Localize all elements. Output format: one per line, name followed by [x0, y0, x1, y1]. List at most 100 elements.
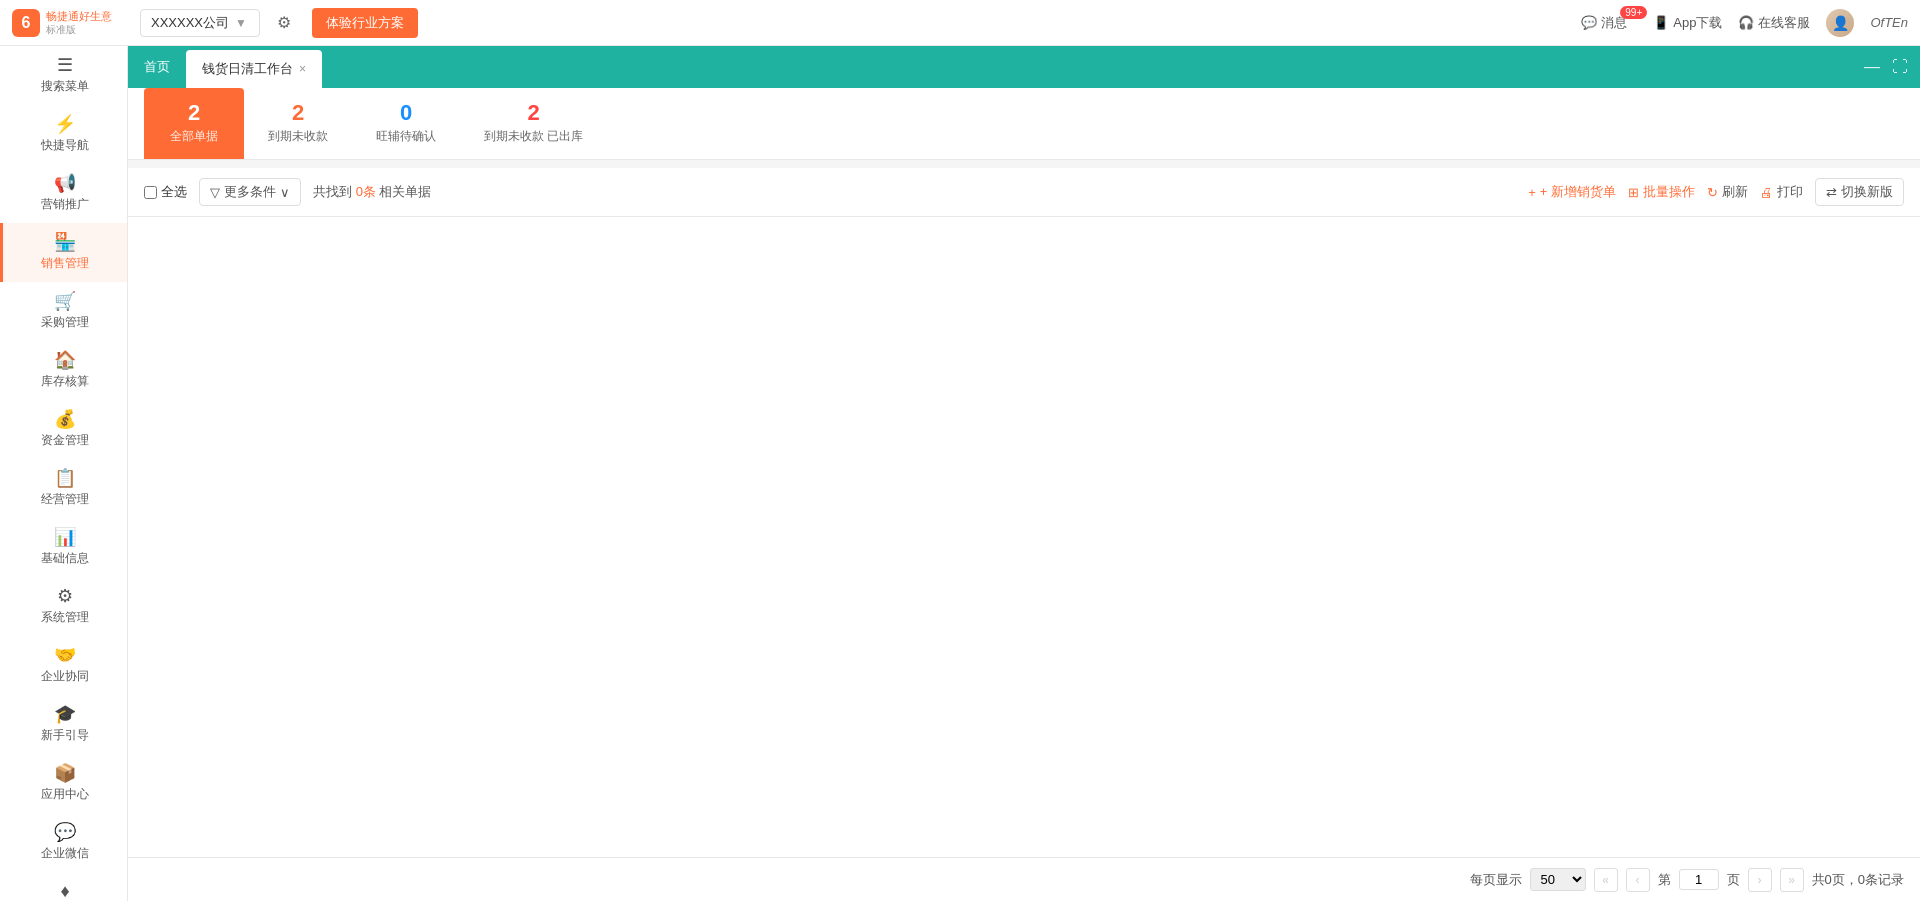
company-selector[interactable]: XXXXXX公司 ▼	[140, 9, 260, 37]
more-conditions-button[interactable]: ▽ 更多条件 ∨	[199, 178, 301, 206]
stat-tab-all[interactable]: 2 全部单据	[144, 88, 244, 159]
toolbar: 全选 ▽ 更多条件 ∨ 共找到 0条 相关单据 + + 新增销货单	[128, 168, 1920, 217]
wechat-icon: 💬	[54, 823, 76, 841]
chevron-down-icon: ▼	[235, 16, 247, 30]
logo-area: 6 畅捷通好生意 标准版	[12, 9, 140, 37]
sidebar-item-app-center[interactable]: 📦 应用中心	[0, 754, 127, 813]
new-order-button[interactable]: + + 新增销货单	[1528, 183, 1616, 201]
stat-label-unshipped: 到期未收款 已出库	[484, 128, 583, 145]
refresh-button[interactable]: ↻ 刷新	[1707, 183, 1748, 201]
marketing-icon: 📢	[54, 174, 76, 192]
sales-icon: 🏪	[54, 233, 76, 251]
sidebar-item-member[interactable]: ♦ 畅会员	[0, 872, 127, 901]
sidebar-label-system: 系统管理	[41, 609, 89, 626]
operations-icon: 📋	[54, 469, 76, 487]
checkbox-input[interactable]	[144, 186, 157, 199]
inventory-icon: 🏠	[54, 351, 76, 369]
last-page-button[interactable]: »	[1780, 868, 1804, 892]
found-count: 0条	[356, 184, 376, 199]
system-icon: ⚙	[57, 587, 73, 605]
next-page-button[interactable]: ›	[1748, 868, 1772, 892]
stat-tab-unshipped[interactable]: 2 到期未收款 已出库	[460, 88, 607, 159]
total-info: 共0页，0条记录	[1812, 871, 1904, 889]
app-center-icon: 📦	[54, 764, 76, 782]
sidebar-label-enterprise: 企业协同	[41, 668, 89, 685]
sidebar-label-base-info: 基础信息	[41, 550, 89, 567]
page-label: 第	[1658, 871, 1671, 889]
batch-icon: ⊞	[1628, 185, 1639, 200]
print-icon: 🖨	[1760, 185, 1773, 200]
often-text: OfTEn	[1870, 15, 1908, 30]
service-icon: 🎧	[1738, 15, 1754, 30]
trial-button[interactable]: 体验行业方案	[312, 8, 418, 38]
search-menu-icon: ☰	[57, 56, 73, 74]
sidebar-item-system[interactable]: ⚙ 系统管理	[0, 577, 127, 636]
page-number-input[interactable]	[1679, 869, 1719, 890]
found-text: 共找到 0条 相关单据	[313, 183, 431, 201]
app-download-button[interactable]: 📱 App下载	[1653, 14, 1722, 32]
message-button[interactable]: 💬 消息 99+	[1571, 14, 1637, 32]
sidebar-label-wechat: 企业微信	[41, 845, 89, 862]
per-page-select[interactable]: 50 100 200	[1530, 868, 1586, 891]
base-info-icon: 📊	[54, 528, 76, 546]
switch-icon: ⇄	[1826, 185, 1837, 200]
avatar[interactable]: 👤	[1826, 9, 1854, 37]
sidebar: ☰ 搜索菜单 ⚡ 快捷导航 📢 营销推广 🏪 销售管理 🛒 采购管理 🏠 库存核…	[0, 46, 128, 901]
sidebar-label-inventory: 库存核算	[41, 373, 89, 390]
settings-button[interactable]: ⚙	[268, 7, 300, 39]
gear-icon: ⚙	[277, 13, 291, 32]
top-header: 6 畅捷通好生意 标准版 XXXXXX公司 ▼ ⚙ 体验行业方案 💬 消息 99…	[0, 0, 1920, 46]
tab-close-icon[interactable]: ×	[299, 62, 306, 76]
tab-bar: 首页 钱货日清工作台 × — ⛶	[128, 46, 1920, 88]
filter-icon: ▽	[210, 185, 220, 200]
plus-icon: +	[1528, 185, 1536, 200]
stat-number-overdue: 2	[292, 100, 304, 126]
sidebar-item-wechat[interactable]: 💬 企业微信	[0, 813, 127, 872]
app-title: 畅捷通好生意	[46, 9, 112, 23]
sidebar-item-search-menu[interactable]: ☰ 搜索菜单	[0, 46, 127, 105]
sidebar-item-base-info[interactable]: 📊 基础信息	[0, 518, 127, 577]
sidebar-label-marketing: 营销推广	[41, 196, 89, 213]
sidebar-item-sales[interactable]: 🏪 销售管理	[0, 223, 127, 282]
batch-ops-button[interactable]: ⊞ 批量操作	[1628, 183, 1695, 201]
tab-actions: — ⛶	[1860, 54, 1920, 80]
tab-home[interactable]: 首页	[128, 46, 186, 88]
online-service-button[interactable]: 🎧 在线客服	[1738, 14, 1810, 32]
sidebar-label-search-menu: 搜索菜单	[41, 78, 89, 95]
sidebar-item-marketing[interactable]: 📢 营销推广	[0, 164, 127, 223]
sidebar-item-finance[interactable]: 💰 资金管理	[0, 400, 127, 459]
logo-icon: 6	[12, 9, 40, 37]
stat-number-unshipped: 2	[528, 100, 540, 126]
table-area	[128, 217, 1920, 857]
maximize-button[interactable]: ⛶	[1888, 54, 1912, 80]
toolbar-right: + + 新增销货单 ⊞ 批量操作 ↻ 刷新 🖨 打印	[1528, 178, 1904, 206]
tab-work-table[interactable]: 钱货日清工作台 ×	[186, 50, 322, 88]
sidebar-item-guide[interactable]: 🎓 新手引导	[0, 695, 127, 754]
stat-label-all: 全部单据	[170, 128, 218, 145]
print-button[interactable]: 🖨 打印	[1760, 183, 1803, 201]
per-page-label: 每页显示	[1470, 871, 1522, 889]
stat-number-wangwang: 0	[400, 100, 412, 126]
guide-icon: 🎓	[54, 705, 76, 723]
purchase-icon: 🛒	[54, 292, 76, 310]
switch-new-button[interactable]: ⇄ 切换新版	[1815, 178, 1904, 206]
page-suffix: 页	[1727, 871, 1740, 889]
sidebar-label-sales: 销售管理	[41, 255, 89, 272]
content-area: 2 全部单据 2 到期未收款 0 旺辅待确认 2 到期未收款 已出库	[128, 88, 1920, 901]
prev-page-button[interactable]: ‹	[1626, 868, 1650, 892]
message-icon: 💬	[1581, 15, 1597, 30]
stat-tab-overdue-unpaid[interactable]: 2 到期未收款	[244, 88, 352, 159]
sidebar-item-enterprise[interactable]: 🤝 企业协同	[0, 636, 127, 695]
minimize-button[interactable]: —	[1860, 54, 1884, 80]
sidebar-item-quick-nav[interactable]: ⚡ 快捷导航	[0, 105, 127, 164]
finance-icon: 💰	[54, 410, 76, 428]
sidebar-item-operations[interactable]: 📋 经营管理	[0, 459, 127, 518]
select-all-checkbox[interactable]: 全选	[144, 183, 187, 201]
stat-tab-wangwang[interactable]: 0 旺辅待确认	[352, 88, 460, 159]
sidebar-item-purchase[interactable]: 🛒 采购管理	[0, 282, 127, 341]
sidebar-item-inventory[interactable]: 🏠 库存核算	[0, 341, 127, 400]
first-page-button[interactable]: «	[1594, 868, 1618, 892]
sidebar-label-guide: 新手引导	[41, 727, 89, 744]
member-icon: ♦	[60, 882, 69, 900]
stat-label-wangwang: 旺辅待确认	[376, 128, 436, 145]
